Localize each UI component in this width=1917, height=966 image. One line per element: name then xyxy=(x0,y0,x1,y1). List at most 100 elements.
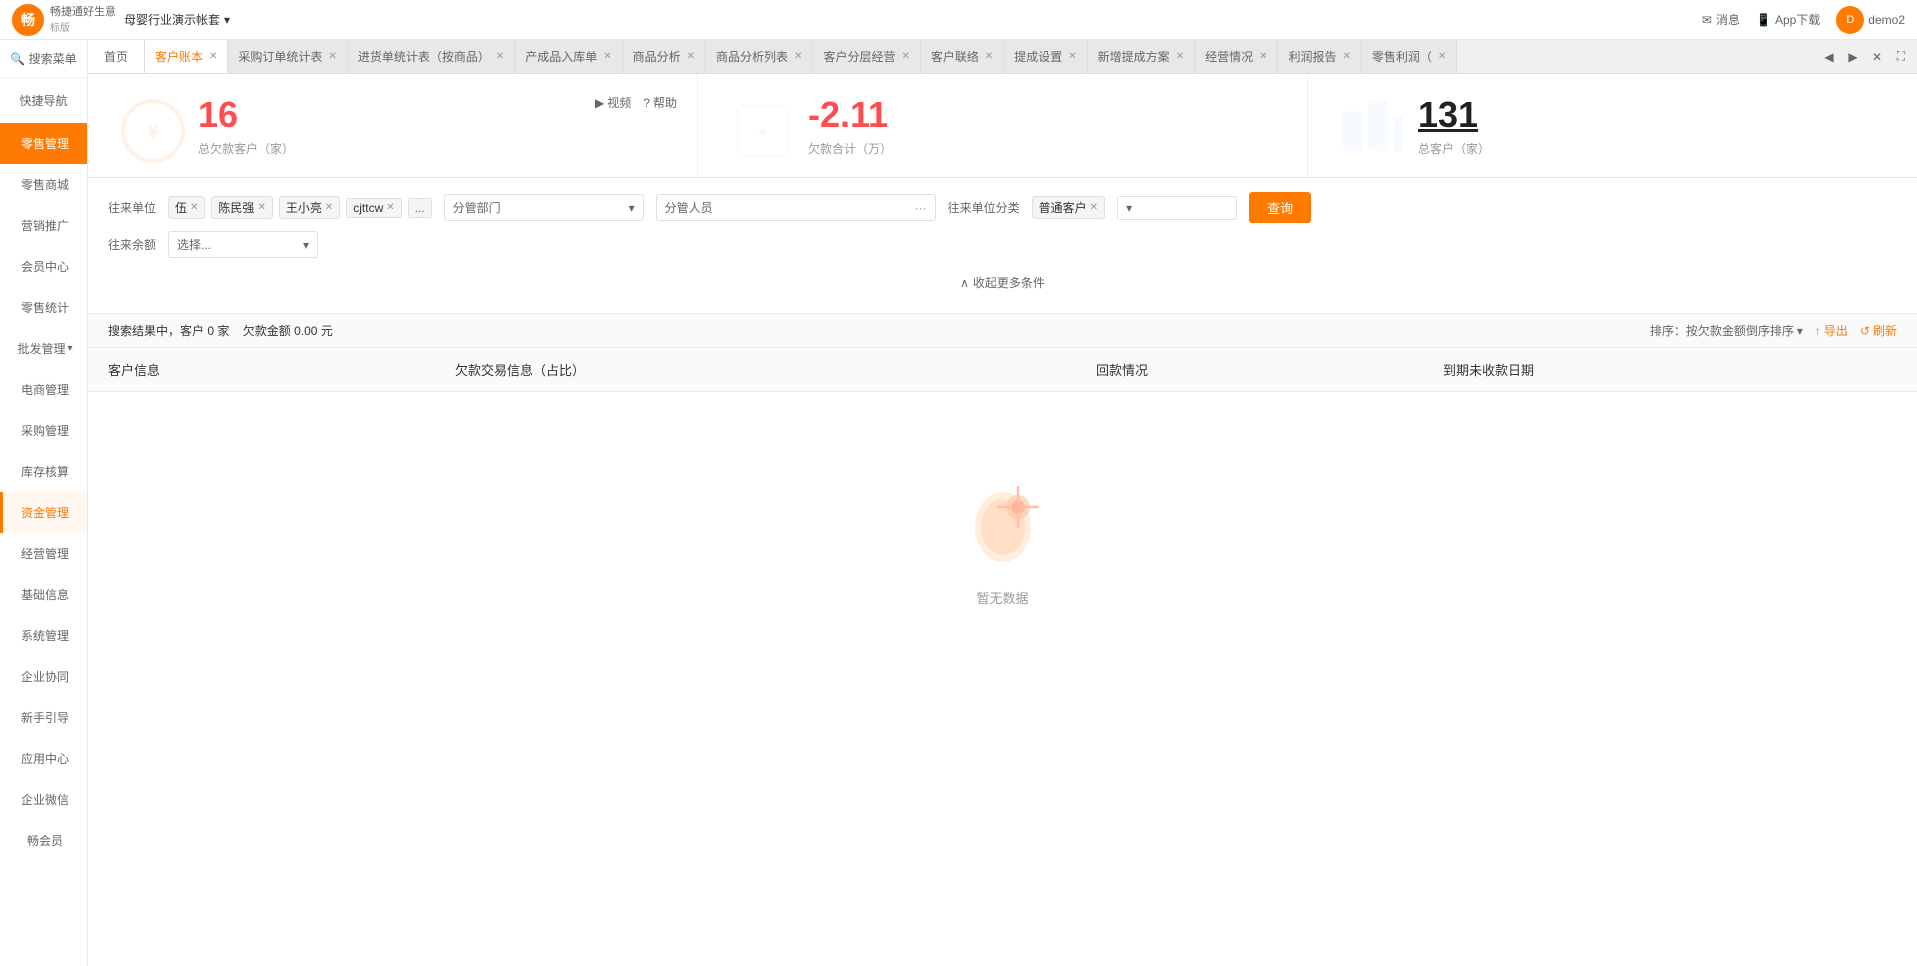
sidebar-item-inventory[interactable]: 库存核算 xyxy=(0,451,87,492)
sidebar-item-retail-stat[interactable]: 零售统计 xyxy=(0,287,87,328)
tab-scroll-right[interactable]: ▶ xyxy=(1843,47,1863,67)
org-selector[interactable]: 母婴行业演示帐套 ▾ xyxy=(124,11,230,28)
more-tags-button[interactable]: ... xyxy=(408,198,432,218)
tab-goods-analysis[interactable]: 商品分析 ✕ xyxy=(623,40,706,74)
sidebar-item-app-center[interactable]: 应用中心 xyxy=(0,738,87,779)
sidebar-item-capital[interactable]: 资金管理 xyxy=(0,492,87,533)
tab-scroll-left[interactable]: ◀ xyxy=(1819,47,1839,67)
sidebar-item-wechat[interactable]: 企业微信 xyxy=(0,779,87,820)
top-bar-left: 畅 畅捷通好生意 标版 母婴行业演示帐套 ▾ xyxy=(12,4,230,36)
sidebar-item-ecommerce[interactable]: 电商管理 xyxy=(0,369,87,410)
message-button[interactable]: ✉ 消息 xyxy=(1702,11,1740,28)
app-download-button[interactable]: 📱 App下载 xyxy=(1756,11,1820,28)
search-icon: 🔍 xyxy=(10,52,25,66)
stat-label-debt-customers: 总欠款客户（家） xyxy=(198,140,294,157)
sidebar-nav-label: 快捷导航 xyxy=(0,84,87,117)
stat-text-debt-total: -2.11 欠款合计（万） xyxy=(808,94,892,157)
export-button[interactable]: ↑ 导出 xyxy=(1815,322,1848,339)
collapse-label: 收起更多条件 xyxy=(973,274,1045,291)
sidebar-search[interactable]: 🔍 搜索菜单 xyxy=(0,40,87,78)
logo-subtext: 标版 xyxy=(50,19,116,34)
tab-customer-contact[interactable]: 客户联络 ✕ xyxy=(921,40,1004,74)
collapse-button[interactable]: ∧ 收起更多条件 xyxy=(948,270,1057,295)
sidebar-item-batch-mgmt[interactable]: 批发管理 ▾ xyxy=(0,328,87,369)
help-button[interactable]: ? 帮助 xyxy=(643,94,677,111)
filter-unit-type-arrow: ▾ xyxy=(1126,201,1132,215)
tab-operation-status-close[interactable]: ✕ xyxy=(1259,51,1267,62)
tab-new-commission-label: 新增提成方案 xyxy=(1098,48,1170,65)
tab-goods-analysis-list-close[interactable]: ✕ xyxy=(794,51,802,62)
filter-tags-unit: 伍 ✕ 陈民强 ✕ 王小亮 ✕ cjttcw ✕ ... xyxy=(168,196,432,219)
stat-icon-debt: ¥ xyxy=(118,96,178,156)
sidebar-item-member-center[interactable]: 会员中心 xyxy=(0,246,87,287)
tab-close-all[interactable]: ✕ xyxy=(1867,47,1887,67)
tab-profit-report[interactable]: 利润报告 ✕ xyxy=(1278,40,1361,74)
sidebar-item-system[interactable]: 系统管理 xyxy=(0,615,87,656)
tab-goods-analysis-list[interactable]: 商品分析列表 ✕ xyxy=(706,40,813,74)
tab-goods-analysis-close[interactable]: ✕ xyxy=(687,51,695,62)
tab-customer-segment-close[interactable]: ✕ xyxy=(901,51,909,62)
sidebar-nav-item[interactable]: 快捷导航 xyxy=(0,78,87,123)
tab-operation-status[interactable]: 经营情况 ✕ xyxy=(1195,40,1278,74)
tab-instock-stats-label: 进货单统计表（按商品） xyxy=(358,48,490,65)
filter-tag-wang-close[interactable]: ✕ xyxy=(325,202,333,213)
filter-dept-select[interactable]: 分管部门 ▾ xyxy=(444,194,644,221)
tab-production-in-close[interactable]: ✕ xyxy=(603,51,611,62)
sidebar-item-retail-mgmt[interactable]: 零售管理 xyxy=(0,123,87,164)
main-container: 🔍 搜索菜单 快捷导航 零售管理 零售商城 营销推广 会员中心 零售统计 批发管… xyxy=(0,40,1917,966)
sort-label: 排序：按欠款金额倒序排序 xyxy=(1650,322,1794,339)
user-avatar-area[interactable]: D demo2 xyxy=(1836,6,1905,34)
filter-row-1: 往来单位 伍 ✕ 陈民强 ✕ 王小亮 ✕ cjttcw ✕ ... 分管部门 ▾… xyxy=(108,192,1897,223)
tab-fullscreen[interactable]: ⛶ xyxy=(1891,47,1911,67)
tab-retail-profit[interactable]: 零售利润（ ✕ xyxy=(1362,40,1457,74)
filter-person-ellipsis: ··· xyxy=(915,201,927,215)
filter-balance-select[interactable]: 选择... ▾ xyxy=(168,231,318,258)
sort-arrow-icon: ▾ xyxy=(1797,324,1803,338)
tab-instock-stats-close[interactable]: ✕ xyxy=(496,51,504,62)
tab-accounts-book[interactable]: 客户账本 ✕ xyxy=(145,40,228,74)
tab-profit-report-close[interactable]: ✕ xyxy=(1343,51,1351,62)
tab-new-commission-close[interactable]: ✕ xyxy=(1176,51,1184,62)
stat-label-total-customers: 总客户（家） xyxy=(1418,140,1490,157)
tab-accounts-book-close[interactable]: ✕ xyxy=(209,51,217,62)
app-download-label: App下载 xyxy=(1775,11,1820,28)
query-button[interactable]: 查询 xyxy=(1249,192,1311,223)
video-help-area: ▶ 视频 ? 帮助 xyxy=(595,94,677,111)
filter-unit-type-select[interactable]: ▾ xyxy=(1117,196,1237,220)
sidebar-item-enterprise[interactable]: 企业协同 xyxy=(0,656,87,697)
sort-select[interactable]: 排序：按欠款金额倒序排序 ▾ xyxy=(1650,322,1803,339)
sidebar-item-basic-info[interactable]: 基础信息 xyxy=(0,574,87,615)
refresh-button[interactable]: ↺ 刷新 xyxy=(1860,322,1897,339)
sidebar-item-member[interactable]: 畅会员 xyxy=(0,820,87,861)
tab-purchase-stats-close[interactable]: ✕ xyxy=(328,51,336,62)
sidebar-item-purchase[interactable]: 采购管理 xyxy=(0,410,87,451)
tab-goods-analysis-list-label: 商品分析列表 xyxy=(716,48,788,65)
filter-tag-normal-customer: 普通客户 ✕ xyxy=(1032,196,1105,219)
tab-commission-settings-close[interactable]: ✕ xyxy=(1068,51,1076,62)
tab-customer-segment[interactable]: 客户分层经营 ✕ xyxy=(813,40,920,74)
filter-tag-normal-close[interactable]: ✕ xyxy=(1090,202,1098,213)
refresh-label: 刷新 xyxy=(1873,322,1897,339)
filter-tags-unit-type: 普通客户 ✕ xyxy=(1032,196,1105,219)
tab-commission-settings[interactable]: 提成设置 ✕ xyxy=(1004,40,1087,74)
sidebar-item-retail-mall[interactable]: 零售商城 xyxy=(0,164,87,205)
col-debt-info: 欠款交易信息（占比） xyxy=(435,348,1076,392)
sidebar-item-operation[interactable]: 经营管理 xyxy=(0,533,87,574)
tab-production-in[interactable]: 产成品入库单 ✕ xyxy=(515,40,622,74)
sidebar-item-newbie[interactable]: 新手引导 xyxy=(0,697,87,738)
filter-tag-chen-close[interactable]: ✕ xyxy=(257,202,265,213)
filter-tag-cjttcw: cjttcw ✕ xyxy=(346,198,401,218)
results-info: 搜索结果中，客户 0 家 欠款金额 0.00 元 xyxy=(108,322,333,339)
video-button[interactable]: ▶ 视频 xyxy=(595,94,631,111)
tab-retail-profit-close[interactable]: ✕ xyxy=(1438,51,1446,62)
tab-home[interactable]: 首页 xyxy=(88,40,145,74)
tab-purchase-stats[interactable]: 采购订单统计表 ✕ xyxy=(228,40,347,74)
tab-instock-stats[interactable]: 进货单统计表（按商品） ✕ xyxy=(348,40,515,74)
tab-commission-settings-label: 提成设置 xyxy=(1014,48,1062,65)
tab-new-commission[interactable]: 新增提成方案 ✕ xyxy=(1088,40,1195,74)
sidebar-item-marketing[interactable]: 营销推广 xyxy=(0,205,87,246)
filter-person-select[interactable]: 分管人员 ··· xyxy=(656,194,936,221)
tab-customer-contact-close[interactable]: ✕ xyxy=(985,51,993,62)
filter-tag-cjttcw-close[interactable]: ✕ xyxy=(386,202,394,213)
filter-tag-wu-close[interactable]: ✕ xyxy=(190,202,198,213)
